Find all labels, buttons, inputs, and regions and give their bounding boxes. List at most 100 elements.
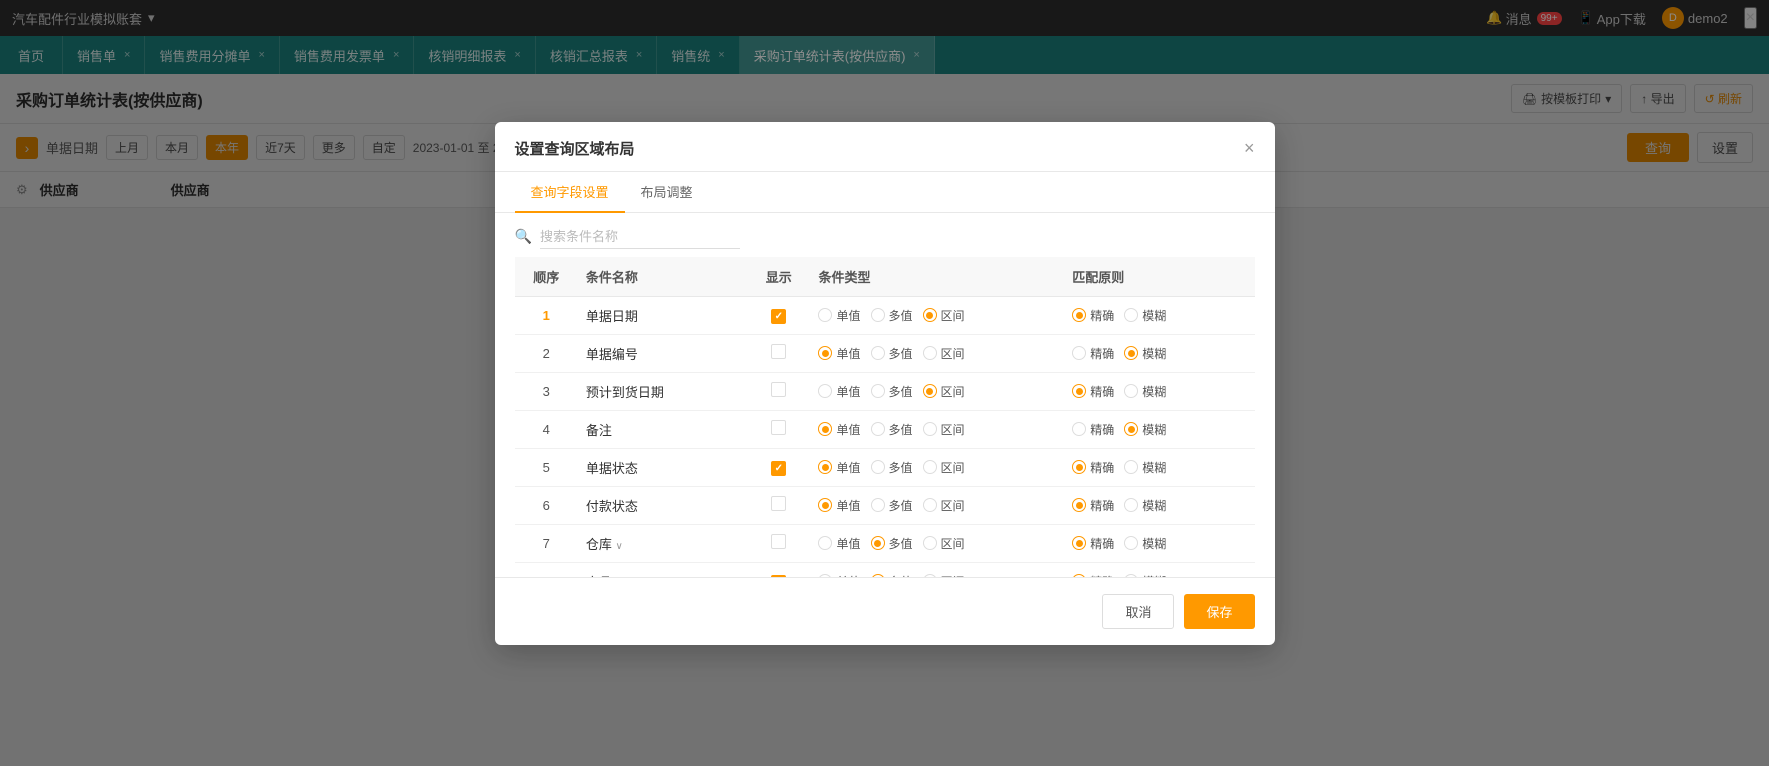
row-type: 单值多值区间 [810,334,1064,372]
radio-match-match_fuzzy[interactable]: 模糊 [1124,459,1166,476]
radio-type-type_multi[interactable]: 多值 [871,459,913,476]
radio-match-match_fuzzy[interactable]: 模糊 [1124,307,1166,324]
modal-close-button[interactable]: × [1244,139,1255,157]
modal-title: 设置查询区域布局 [515,138,635,159]
radio-match-match_exact[interactable]: 精确 [1072,497,1114,514]
radio-match-match_fuzzy[interactable]: 模糊 [1124,421,1166,438]
row-match: 精确模糊 [1064,524,1254,562]
radio-type-type_multi[interactable]: 多值 [871,383,913,400]
row-display-checkbox[interactable] [747,410,810,448]
table-row: 3预计到货日期单值多值区间精确模糊 [515,372,1255,410]
row-name: 商品 ∨ [578,562,747,577]
radio-dot [923,346,937,360]
radio-type-type_single[interactable]: 单值 [818,383,860,400]
radio-type-type_range[interactable]: 区间 [923,383,965,400]
radio-dot [923,460,937,474]
radio-type-type_range[interactable]: 区间 [923,535,965,552]
row-type: 单值多值区间 [810,448,1064,486]
radio-type-type_single[interactable]: 单值 [818,497,860,514]
th-display: 显示 [747,257,810,297]
row-display-checkbox[interactable] [747,296,810,334]
th-type: 条件类型 [810,257,1064,297]
row-order: 1 [515,296,578,334]
row-display-checkbox[interactable] [747,524,810,562]
radio-match-match_exact[interactable]: 精确 [1072,383,1114,400]
search-input[interactable] [540,225,740,249]
radio-match-match_exact[interactable]: 精确 [1072,345,1114,362]
radio-type-type_range[interactable]: 区间 [923,345,965,362]
radio-match-match_exact[interactable]: 精确 [1072,421,1114,438]
modal-tab-query-fields[interactable]: 查询字段设置 [515,172,625,213]
fields-table: 顺序 条件名称 显示 条件类型 匹配原则 1单据日期单值多值区间精确模糊2单据编… [515,257,1255,577]
save-button[interactable]: 保存 [1184,594,1254,629]
radio-match-match_exact[interactable]: 精确 [1072,535,1114,552]
row-display-checkbox[interactable] [747,562,810,577]
radio-type-type_range[interactable]: 区间 [923,497,965,514]
checkbox[interactable] [771,309,786,324]
row-display-checkbox[interactable] [747,334,810,372]
radio-type-type_single[interactable]: 单值 [818,307,860,324]
radio-type-type_range[interactable]: 区间 [923,307,965,324]
row-display-checkbox[interactable] [747,372,810,410]
radio-match-match_fuzzy[interactable]: 模糊 [1124,535,1166,552]
search-icon: 🔍 [515,228,532,245]
radio-match-match_fuzzy[interactable]: 模糊 [1124,345,1166,362]
table-row: 2单据编号单值多值区间精确模糊 [515,334,1255,372]
checkbox[interactable] [771,461,786,476]
checkbox[interactable] [771,344,786,359]
radio-type-type_range[interactable]: 区间 [923,459,965,476]
radio-type-type_single[interactable]: 单值 [818,459,860,476]
checkbox[interactable] [771,382,786,397]
radio-match-match_exact[interactable]: 精确 [1072,307,1114,324]
th-match: 匹配原则 [1064,257,1254,297]
radio-match-match_fuzzy[interactable]: 模糊 [1124,383,1166,400]
radio-dot [871,308,885,322]
radio-dot [923,536,937,550]
radio-dot [871,384,885,398]
radio-dot [923,308,937,322]
checkbox[interactable] [771,534,786,549]
radio-dot [1124,384,1138,398]
checkbox[interactable] [771,420,786,435]
row-order: 8 [515,562,578,577]
radio-type-type_single[interactable]: 单值 [818,345,860,362]
checkbox[interactable] [771,496,786,511]
radio-dot [923,384,937,398]
modal-overlay: 设置查询区域布局 × 查询字段设置 布局调整 🔍 顺序 [0,0,1769,766]
row-type: 单值多值区间 [810,410,1064,448]
modal-search-area: 🔍 [495,213,1275,257]
radio-type-type_multi[interactable]: 多值 [871,345,913,362]
radio-dot [818,384,832,398]
radio-type-type_multi[interactable]: 多值 [871,497,913,514]
row-type: 单值多值区间 [810,562,1064,577]
row-match: 精确模糊 [1064,296,1254,334]
row-type: 单值多值区间 [810,486,1064,524]
radio-match-match_fuzzy[interactable]: 模糊 [1124,497,1166,514]
radio-type-type_multi[interactable]: 多值 [871,307,913,324]
radio-dot [871,498,885,512]
radio-type-type_single[interactable]: 单值 [818,535,860,552]
radio-type-type_multi[interactable]: 多值 [871,421,913,438]
row-match: 精确模糊 [1064,562,1254,577]
radio-type-type_multi[interactable]: 多值 [871,535,913,552]
radio-dot [871,422,885,436]
th-name: 条件名称 [578,257,747,297]
row-name: 预计到货日期 [578,372,747,410]
radio-dot [1124,498,1138,512]
radio-dot [818,422,832,436]
row-display-checkbox[interactable] [747,486,810,524]
fields-scroll-area: 顺序 条件名称 显示 条件类型 匹配原则 1单据日期单值多值区间精确模糊2单据编… [515,257,1255,577]
radio-dot [1124,460,1138,474]
row-display-checkbox[interactable] [747,448,810,486]
table-row: 7仓库 ∨单值多值区间精确模糊 [515,524,1255,562]
modal-body: 顺序 条件名称 显示 条件类型 匹配原则 1单据日期单值多值区间精确模糊2单据编… [495,257,1275,577]
cancel-button[interactable]: 取消 [1102,594,1174,629]
radio-type-type_range[interactable]: 区间 [923,421,965,438]
modal-tab-layout[interactable]: 布局调整 [625,172,709,213]
radio-type-type_single[interactable]: 单值 [818,421,860,438]
row-type: 单值多值区间 [810,524,1064,562]
row-match: 精确模糊 [1064,410,1254,448]
radio-dot [1124,422,1138,436]
radio-dot [818,460,832,474]
radio-match-match_exact[interactable]: 精确 [1072,459,1114,476]
